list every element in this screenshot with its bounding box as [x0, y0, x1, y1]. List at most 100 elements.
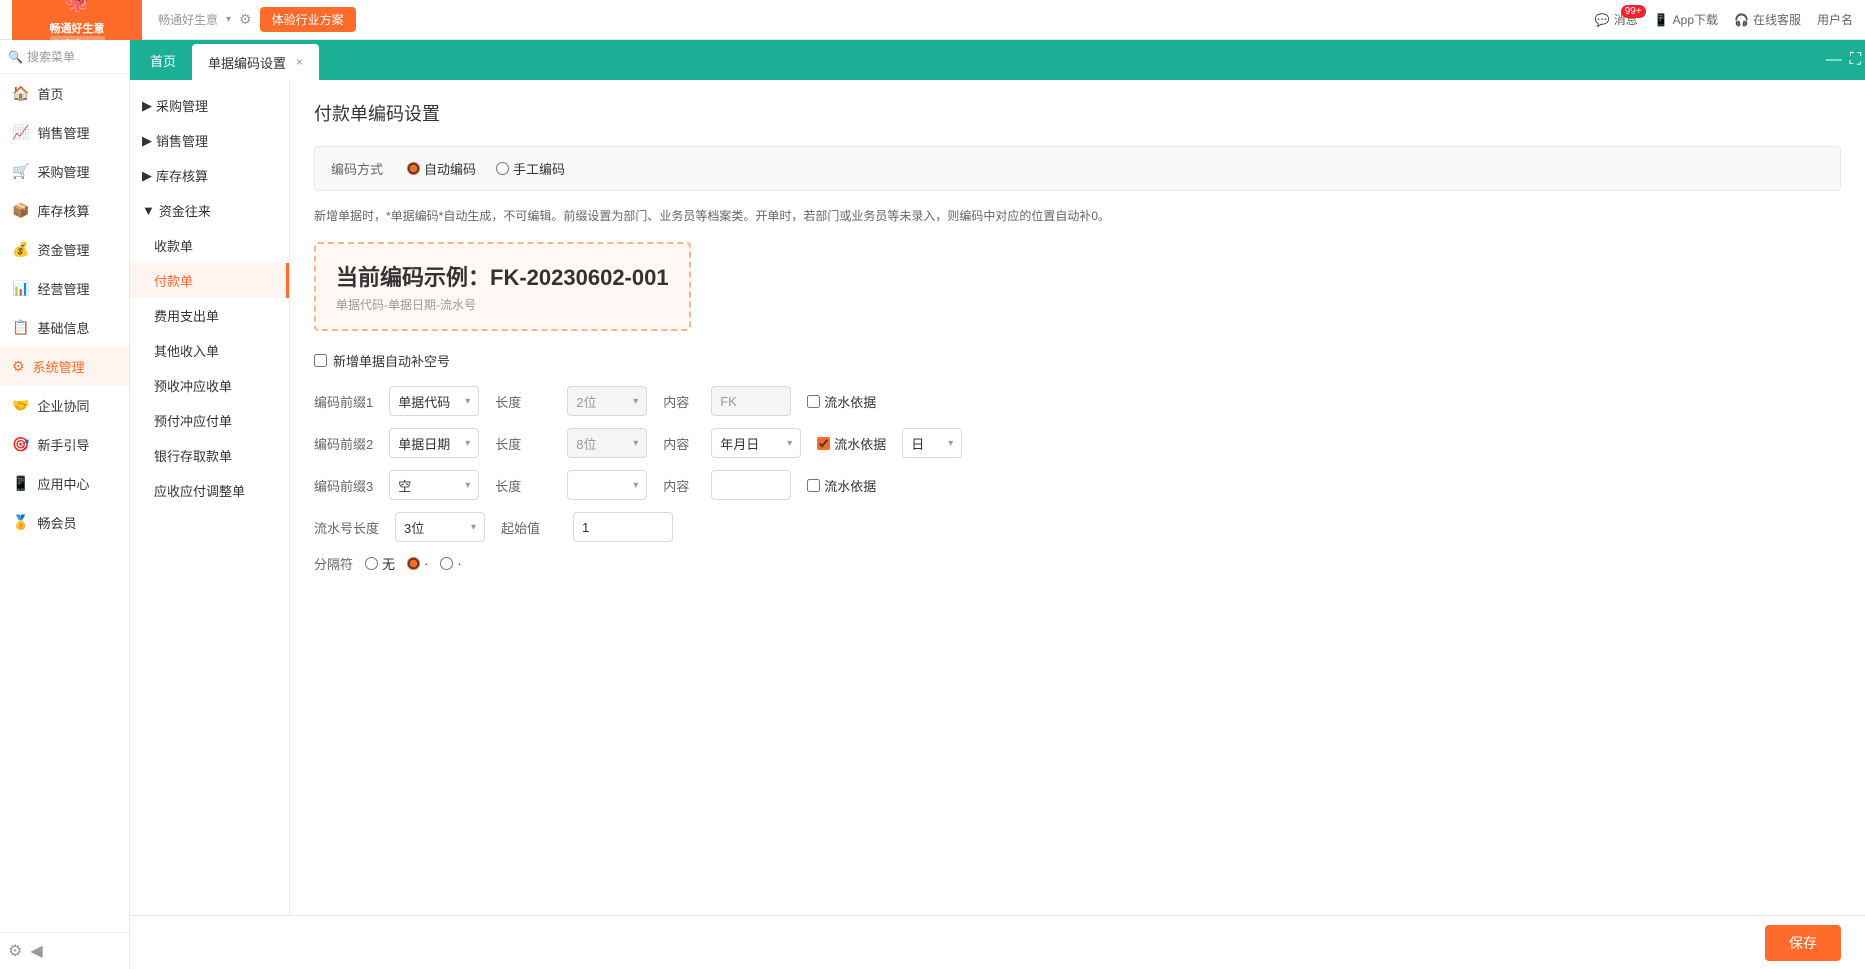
prefix-row-1: 编码前缀1 单据代码 ▾ 长度 2位 ▾ 内容 流水依据 — [314, 386, 1841, 416]
tab-bar-controls: — ⛶ — [1826, 51, 1861, 69]
tab-encoding-settings[interactable]: 单据编码设置 × — [192, 44, 319, 80]
content3-label: 内容 — [663, 476, 695, 495]
sub-nav-expense[interactable]: 费用支出单 — [130, 298, 289, 333]
prefix3-select[interactable]: 空 ▾ — [389, 470, 479, 500]
message-icon: 💬 — [1595, 13, 1610, 27]
content1-label: 内容 — [663, 392, 695, 411]
sep-none-radio[interactable]: 无 — [365, 554, 395, 573]
member-icon: 🏅 — [12, 514, 29, 531]
sep-dot-symbol: · — [424, 556, 428, 571]
settings-icon[interactable]: ⚙ — [239, 11, 252, 28]
length3-select[interactable]: ▾ — [567, 470, 647, 500]
sidebar-item-inventory[interactable]: 📦 库存核算 — [0, 191, 129, 230]
inventory-icon: 📦 — [12, 202, 29, 219]
stream1-checkbox[interactable]: 流水依据 — [807, 392, 876, 411]
sep-dot-radio[interactable]: · — [407, 556, 428, 571]
sidebar-item-operation[interactable]: 📊 经营管理 — [0, 269, 129, 308]
length1-select[interactable]: 2位 ▾ — [567, 386, 647, 416]
appstore-icon: 📱 — [12, 475, 29, 492]
sidebar-item-appstore[interactable]: 📱 应用中心 — [0, 464, 129, 503]
main-layout: 🔍 搜索菜单 🏠 首页 📈 销售管理 🛒 采购管理 📦 库存核算 💰 — [0, 40, 1865, 969]
prefix2-select[interactable]: 单据日期 ▾ — [389, 428, 479, 458]
logo-text: 畅通好生意 旗舰版 — [50, 20, 105, 51]
length2-arrow-icon: ▾ — [633, 438, 638, 449]
sidebar-item-partner[interactable]: 🤝 企业协同 — [0, 386, 129, 425]
content2-arrow-icon: ▾ — [787, 438, 792, 449]
sub-nav-inventory[interactable]: ▶ 库存核算 — [130, 158, 289, 193]
system-icon: ⚙ — [12, 358, 25, 375]
content2-select[interactable]: 年月日 ▾ — [711, 428, 801, 458]
content2-label: 内容 — [663, 434, 695, 453]
separator-label: 分隔符 — [314, 554, 353, 573]
app-download-button[interactable]: 📱 App下载 — [1654, 11, 1718, 28]
prefix1-select[interactable]: 单据代码 ▾ — [389, 386, 479, 416]
prefix2-label: 编码前缀2 — [314, 434, 373, 453]
content3-input[interactable] — [711, 470, 791, 500]
prefix3-select-arrow-icon: ▾ — [465, 480, 470, 491]
length2-label: 长度 — [495, 434, 551, 453]
sub-nav-group-funds: ▼ 资金往来 收款单 付款单 费用支出单 其他收入单 预收冲应收单 预付冲应付单… — [130, 193, 289, 508]
sub-nav-sales[interactable]: ▶ 销售管理 — [130, 123, 289, 158]
serial-length-select[interactable]: 3位 ▾ — [395, 512, 485, 542]
sub-nav-purchase[interactable]: ▶ 采购管理 — [130, 88, 289, 123]
sales-icon: 📈 — [12, 124, 29, 141]
tab-minimize-icon[interactable]: — — [1826, 51, 1842, 69]
sub-nav-receipt[interactable]: 收款单 — [130, 228, 289, 263]
purchase-icon: 🛒 — [12, 163, 29, 180]
sidebar-bottom: ⚙ ◀ — [0, 932, 129, 969]
prefix1-select-arrow-icon: ▾ — [465, 396, 470, 407]
app-icon: 📱 — [1654, 13, 1669, 27]
stream2-unit-select[interactable]: 日 ▾ — [902, 428, 962, 458]
auto-fill-checkbox[interactable]: 新增单据自动补空号 — [314, 351, 1841, 370]
length3-label: 长度 — [495, 476, 551, 495]
sidebar-item-purchase[interactable]: 🛒 采购管理 — [0, 152, 129, 191]
manual-encoding-radio[interactable]: 手工编码 — [496, 159, 565, 178]
sub-nav-prepay-receive[interactable]: 预收冲应收单 — [130, 368, 289, 403]
sidebar-collapse-icon[interactable]: ◀ — [30, 941, 42, 961]
sidebar-item-home[interactable]: 🏠 首页 — [0, 74, 129, 113]
user-account[interactable]: 用户名 — [1817, 11, 1853, 28]
sub-nav-adjust[interactable]: 应收应付调整单 — [130, 473, 289, 508]
sales-arrow-icon: ▶ — [142, 133, 152, 149]
auto-encoding-radio[interactable]: 自动编码 — [407, 159, 476, 178]
stream3-checkbox[interactable]: 流水依据 — [807, 476, 876, 495]
sub-nav-bank[interactable]: 银行存取款单 — [130, 438, 289, 473]
sub-nav-prepay-pay[interactable]: 预付冲应付单 — [130, 403, 289, 438]
length1-arrow-icon: ▾ — [633, 396, 638, 407]
left-sidebar: 🔍 搜索菜单 🏠 首页 📈 销售管理 🛒 采购管理 📦 库存核算 💰 — [0, 40, 130, 969]
sidebar-item-sales[interactable]: 📈 销售管理 — [0, 113, 129, 152]
search-icon: 🔍 — [8, 50, 23, 64]
page-title: 付款单编码设置 — [314, 100, 1841, 126]
sidebar-settings-icon[interactable]: ⚙ — [8, 941, 22, 961]
service-icon: 🎧 — [1734, 13, 1749, 27]
newbie-icon: 🎯 — [12, 436, 29, 453]
sidebar-item-newbie[interactable]: 🎯 新手引导 — [0, 425, 129, 464]
stream2-checkbox[interactable]: 流水依据 — [817, 434, 886, 453]
sub-nav-payment[interactable]: 付款单 — [130, 263, 289, 298]
tab-maximize-icon[interactable]: ⛶ — [1850, 51, 1861, 69]
sidebar-item-basic[interactable]: 📋 基础信息 — [0, 308, 129, 347]
header-left: 畅通好生意 ▾ ⚙ 体验行业方案 — [150, 7, 1587, 32]
tab-bar: 首页 单据编码设置 × — ⛶ — [130, 40, 1865, 80]
sidebar-item-finance[interactable]: 💰 资金管理 — [0, 230, 129, 269]
company-selector[interactable]: 畅通好生意 — [158, 11, 218, 28]
online-service-button[interactable]: 🎧 在线客服 — [1734, 11, 1801, 28]
form-description: 新增单据时，*单据编码*自动生成，不可编辑。前缀设置为部门、业务员等档案类。开单… — [314, 207, 1841, 226]
tab-home[interactable]: 首页 — [134, 40, 192, 80]
sub-nav-funds[interactable]: ▼ 资金往来 — [130, 193, 289, 228]
operation-icon: 📊 — [12, 280, 29, 297]
start-value-input[interactable] — [573, 512, 673, 542]
sidebar-item-member[interactable]: 🏅 畅会员 — [0, 503, 129, 542]
sub-nav-other-income[interactable]: 其他收入单 — [130, 333, 289, 368]
company-chevron-icon[interactable]: ▾ — [226, 14, 231, 25]
sep-dot2-symbol: · — [457, 556, 461, 571]
save-button[interactable]: 保存 — [1765, 925, 1841, 961]
trial-button[interactable]: 体验行业方案 — [260, 7, 356, 32]
encoding-method-label: 编码方式 — [331, 159, 387, 178]
message-button[interactable]: 💬 消息 99+ — [1595, 11, 1638, 28]
action-bar: 保存 — [130, 915, 1865, 969]
length2-select[interactable]: 8位 ▾ — [567, 428, 647, 458]
sep-dot2-radio[interactable]: · — [440, 556, 461, 571]
tab-close-icon[interactable]: × — [296, 55, 303, 69]
sidebar-item-system[interactable]: ⚙ 系统管理 — [0, 347, 129, 386]
